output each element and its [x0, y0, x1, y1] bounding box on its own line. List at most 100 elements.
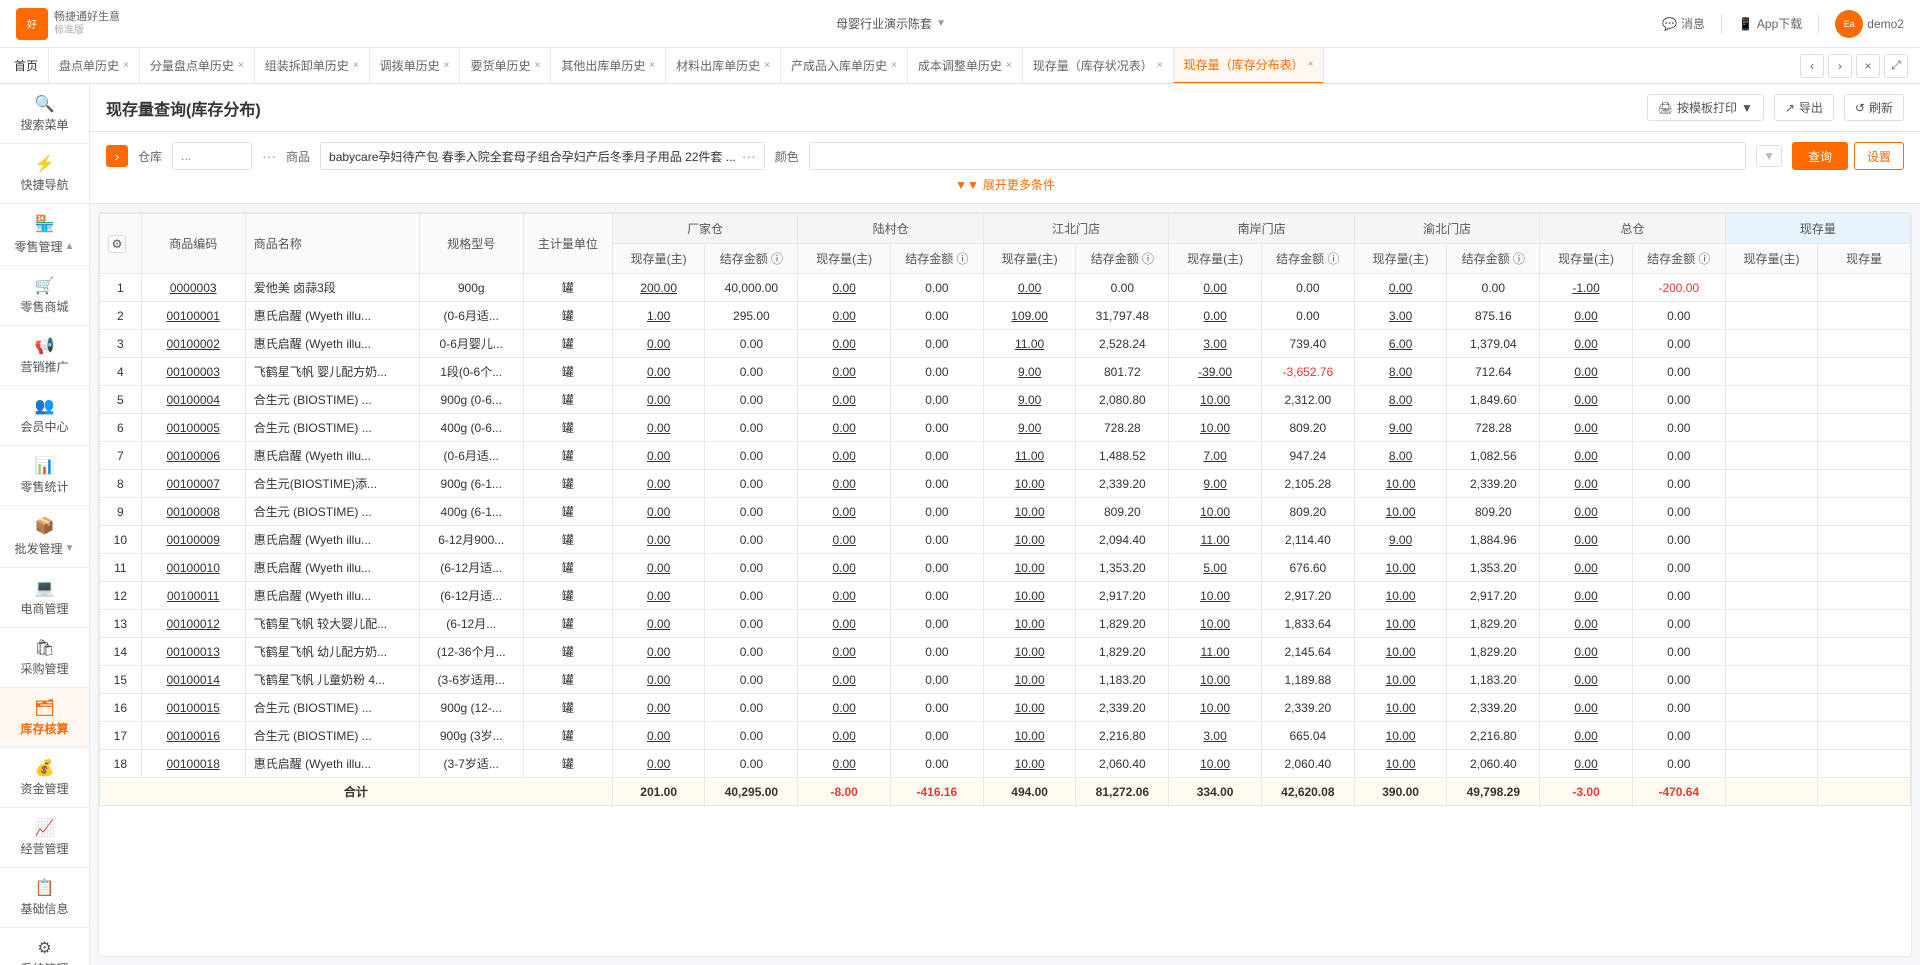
sidebar-item-quicknav[interactable]: ⚡ 快捷导航 [0, 144, 89, 204]
basic-info-icon: 📋 [6, 878, 83, 898]
cell-name: 惠氏启醒 (Wyeth illu... [245, 554, 419, 582]
tab-finished-inbound[interactable]: 产成品入库单历史 × [781, 48, 908, 84]
tab-assembly-disassembly[interactable]: 组装拆卸单历史 × [255, 48, 370, 84]
th-current-qty: 现存量(主) [1725, 244, 1818, 274]
cell-name: 合生元(BIOSTIME)添... [245, 470, 419, 498]
filter-expand-btn[interactable]: › [106, 145, 128, 167]
export-btn[interactable]: ↗ 导出 [1774, 94, 1834, 121]
sidebar-item-inventory[interactable]: 🗂 库存核算 [0, 688, 89, 748]
sidebar-item-search[interactable]: 🔍 搜索菜单 [0, 84, 89, 144]
cell-lushan-qty: 0.00 [798, 330, 891, 358]
cell-jiangbei-qty: 10.00 [983, 470, 1076, 498]
tab-order-history[interactable]: 要货单历史 × [460, 48, 551, 84]
cell-current-amt [1818, 274, 1911, 302]
sidebar-item-retail-mall[interactable]: 🛒 零售商城 [0, 266, 89, 326]
cell-jiangbei-qty: 109.00 [983, 302, 1076, 330]
goods-field[interactable]: babycare孕妇待产包 春季入院全套母子组合孕妇产后冬季月子用品 22件套 … [320, 142, 765, 170]
sidebar-item-operations[interactable]: 📈 经营管理 [0, 808, 89, 868]
tab-inventory-distribution[interactable]: 现存量（库存分布表） × [1174, 48, 1325, 84]
tab-close-all-btn[interactable]: × [1856, 54, 1880, 78]
tab-transfer[interactable]: 调拨单历史 × [370, 48, 461, 84]
sidebar-item-wholesale[interactable]: 📦 批发管理 ▼ [0, 506, 89, 568]
color-selector-btn[interactable]: ▼ [1756, 145, 1782, 167]
cell-jiangbei-amt: 2,080.80 [1076, 386, 1169, 414]
cell-nanan-qty: 10.00 [1169, 582, 1262, 610]
cell-jiangbei-amt: 1,829.20 [1076, 638, 1169, 666]
settings-icon[interactable]: ⚙ [108, 235, 126, 253]
cell-index: 9 [100, 498, 142, 526]
cell-lushan-qty: 0.00 [798, 274, 891, 302]
cell-factory-amt: 295.00 [705, 302, 798, 330]
cell-current-qty [1725, 610, 1818, 638]
tab-cost-adjustment[interactable]: 成本调整单历史 × [908, 48, 1023, 84]
cell-spec: (0-6月适... [419, 302, 523, 330]
cell-name: 飞鹤星飞帆 较大婴儿配... [245, 610, 419, 638]
tab-home[interactable]: 首页 [4, 48, 49, 84]
cell-factory-qty: 0.00 [612, 666, 705, 694]
tab-stocktake-history[interactable]: 盘点单历史 × [49, 48, 140, 84]
tab-close-icon[interactable]: × [1006, 60, 1012, 71]
cell-code: 00100012 [141, 610, 245, 638]
expand-more-btn[interactable]: ▼▼ 展开更多条件 [955, 176, 1055, 193]
tab-close-icon[interactable]: × [123, 60, 129, 71]
tab-next-btn[interactable]: › [1828, 54, 1852, 78]
refresh-btn[interactable]: ↺ 刷新 [1844, 94, 1904, 121]
cell-jiangbei-qty: 10.00 [983, 498, 1076, 526]
tab-close-icon[interactable]: × [238, 60, 244, 71]
cell-index: 1 [100, 274, 142, 302]
tab-material-outbound[interactable]: 材料出库单历史 × [666, 48, 781, 84]
cell-name: 合生元 (BIOSTIME) ... [245, 414, 419, 442]
warehouse-input[interactable] [172, 142, 252, 170]
table-container[interactable]: ⚙ 商品编码 商品名称 规格型号 主计量单位 厂家仓 陆村仓 江北门店 南岸门店… [98, 212, 1912, 957]
cell-lushan-amt: 0.00 [890, 442, 983, 470]
tab-close-icon[interactable]: × [444, 60, 450, 71]
finance-icon: 💰 [6, 758, 83, 778]
tab-partial-stocktake[interactable]: 分量盘点单历史 × [140, 48, 255, 84]
sidebar-item-retail-stats[interactable]: 📊 零售统计 [0, 446, 89, 506]
tab-close-icon[interactable]: × [353, 60, 359, 71]
table-row: 16 00100015 合生元 (BIOSTIME) ... 900g (12-… [100, 694, 1911, 722]
sidebar-item-basic-info[interactable]: 📋 基础信息 [0, 868, 89, 928]
cell-nanan-amt: 665.04 [1261, 722, 1354, 750]
th-jiangbei: 江北门店 [983, 214, 1168, 244]
cell-total-qty: 0.00 [1540, 498, 1633, 526]
sidebar-item-system[interactable]: ⚙ 系统管理 [0, 928, 89, 965]
tab-close-icon[interactable]: × [649, 60, 655, 71]
warehouse-selector-btn[interactable]: ··· [262, 148, 276, 164]
tab-other-outbound[interactable]: 其他出库单历史 × [551, 48, 666, 84]
sidebar-item-member-center[interactable]: 👥 会员中心 [0, 386, 89, 446]
sidebar-item-ecommerce[interactable]: 💻 电商管理 [0, 568, 89, 628]
cell-current-amt [1818, 498, 1911, 526]
tab-close-icon[interactable]: × [1157, 60, 1163, 71]
app-download-btn[interactable]: 📱 App下载 [1738, 15, 1802, 32]
tab-prev-btn[interactable]: ‹ [1800, 54, 1824, 78]
setting-btn[interactable]: 设置 [1854, 142, 1904, 170]
goods-selector-btn[interactable]: ··· [742, 148, 756, 164]
color-input[interactable] [809, 142, 1746, 170]
industry-selector[interactable]: 母婴行业演示陈套 ▼ [836, 15, 946, 32]
cell-factory-qty: 0.00 [612, 330, 705, 358]
tab-inventory-status[interactable]: 现存量（库存状况表） × [1023, 48, 1174, 84]
cell-lushan-amt: 0.00 [890, 582, 983, 610]
sidebar-item-purchase[interactable]: 🛍 采购管理 [0, 628, 89, 688]
tab-close-icon[interactable]: × [891, 60, 897, 71]
tab-close-icon[interactable]: × [534, 60, 540, 71]
sidebar-item-finance[interactable]: 💰 资金管理 [0, 748, 89, 808]
tab-expand-btn[interactable]: ⤢ [1884, 54, 1908, 78]
messages-btn[interactable]: 💬 消息 [1662, 15, 1705, 32]
cell-total-amt: 0.00 [1632, 330, 1725, 358]
cell-lushan-qty: 0.00 [798, 638, 891, 666]
th-total: 总仓 [1540, 214, 1725, 244]
cell-yubeimen-qty: 10.00 [1354, 638, 1447, 666]
search-btn[interactable]: 查询 [1792, 142, 1848, 170]
tab-close-icon[interactable]: × [1308, 59, 1314, 70]
print-btn[interactable]: 🖨 按模板打印 ▼ [1647, 94, 1764, 121]
user-menu[interactable]: Ea demo2 [1835, 10, 1904, 38]
cell-current-qty [1725, 666, 1818, 694]
sidebar-item-retail-mgmt[interactable]: 🏪 零售管理 ▲ [0, 204, 89, 266]
cell-current-amt [1818, 386, 1911, 414]
cell-jiangbei-qty: 11.00 [983, 442, 1076, 470]
cell-jiangbei-amt: 31,797.48 [1076, 302, 1169, 330]
sidebar-item-marketing[interactable]: 📢 营销推广 [0, 326, 89, 386]
tab-close-icon[interactable]: × [764, 60, 770, 71]
